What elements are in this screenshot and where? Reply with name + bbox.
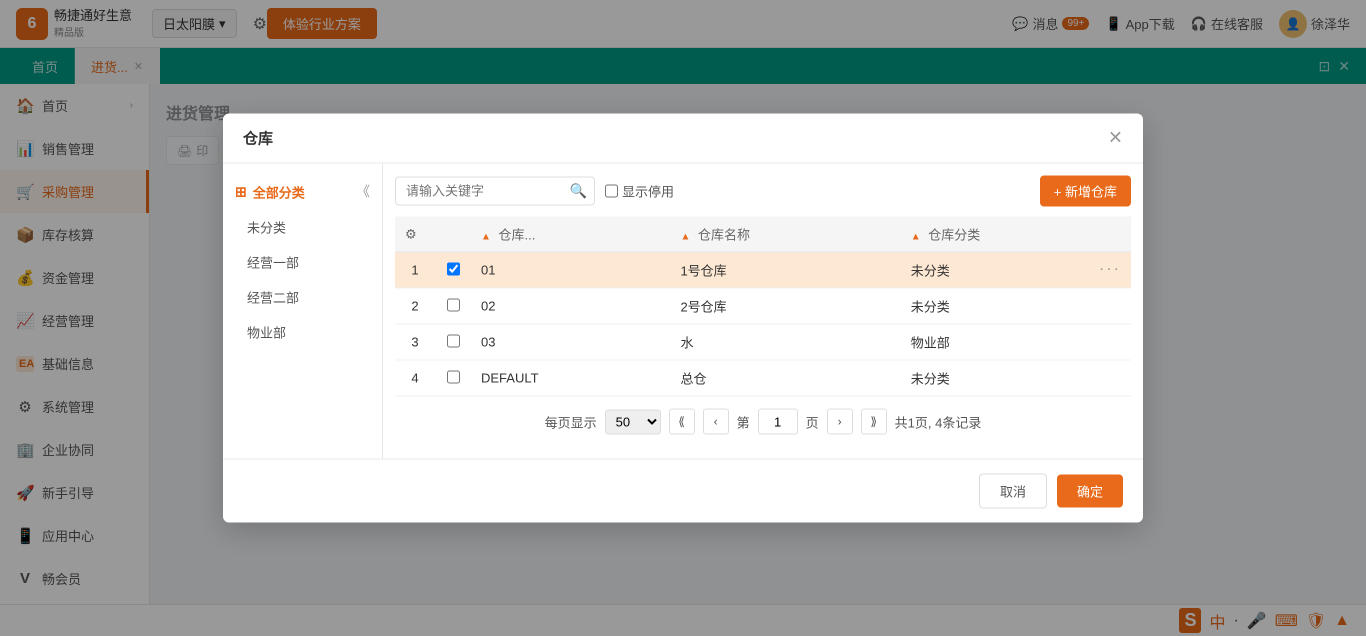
total-info: 共1页, 4条记录 xyxy=(895,412,982,431)
row-name: 2号仓库 xyxy=(670,288,900,324)
show-disabled-checkbox[interactable] xyxy=(605,185,618,198)
page-next-btn[interactable]: › xyxy=(827,409,853,435)
table-row[interactable]: 3 03 水 物业部 xyxy=(395,324,1131,360)
row-checkbox[interactable] xyxy=(435,324,471,360)
row-category: 未分类 xyxy=(901,288,1131,324)
page-last-btn[interactable]: ⟫ xyxy=(861,409,887,435)
page-first-btn[interactable]: ⟪ xyxy=(669,409,695,435)
col-header-category: ▲ 仓库分类 xyxy=(901,217,1131,253)
per-page-select[interactable]: 50 10 20 100 xyxy=(605,409,661,434)
col-header-check xyxy=(435,217,471,253)
row-checkbox[interactable] xyxy=(435,360,471,396)
cat-all-title[interactable]: ⊞ 全部分类 xyxy=(235,182,305,201)
row-check-input[interactable] xyxy=(447,370,460,383)
warehouse-table: ⚙ ▲ 仓库... ▲ 仓库名称 ▲ 仓库分类 xyxy=(395,217,1131,397)
sort-code-icon: ▲ xyxy=(481,232,491,243)
row-name: 总仓 xyxy=(670,360,900,396)
category-panel: ⊞ 全部分类 《 未分类 经营一部 经营二部 物业部 xyxy=(223,164,383,459)
show-disabled-label: 显示停用 xyxy=(605,182,674,201)
row-index: 3 xyxy=(395,324,435,360)
table-row[interactable]: 2 02 2号仓库 未分类 xyxy=(395,288,1131,324)
cat-collapse-btn[interactable]: 《 xyxy=(356,182,370,202)
cat-item-property[interactable]: 物业部 xyxy=(223,315,382,350)
page-label: 第 xyxy=(737,412,750,431)
row-check-input[interactable] xyxy=(447,334,460,347)
row-name: 1号仓库 xyxy=(670,252,900,288)
confirm-btn[interactable]: 确定 xyxy=(1057,475,1123,508)
pagination: 每页显示 50 10 20 100 ⟪ ‹ 第 页 › ⟫ 共1页, 4条记录 xyxy=(395,397,1131,447)
row-code: 01 xyxy=(471,252,670,288)
row-checkbox[interactable] xyxy=(435,252,471,288)
table-toolbar: 🔍 显示停用 + 新增仓库 xyxy=(395,176,1131,207)
cat-item-uncategorized[interactable]: 未分类 xyxy=(223,210,382,245)
col-header-name: ▲ 仓库名称 xyxy=(670,217,900,253)
page-unit: 页 xyxy=(806,412,819,431)
row-category: 未分类 ··· xyxy=(901,252,1131,288)
cat-all-label: 全部分类 xyxy=(253,182,305,201)
row-index: 2 xyxy=(395,288,435,324)
row-category: 未分类 xyxy=(901,360,1131,396)
cat-header: ⊞ 全部分类 《 xyxy=(223,174,382,210)
per-page-label: 每页显示 xyxy=(545,412,597,431)
search-input[interactable] xyxy=(395,177,595,206)
page-prev-btn[interactable]: ‹ xyxy=(703,409,729,435)
search-wrap: 🔍 xyxy=(395,177,595,206)
add-warehouse-btn[interactable]: + 新增仓库 xyxy=(1040,176,1131,207)
table-row[interactable]: 1 01 1号仓库 未分类 ··· xyxy=(395,252,1131,288)
row-checkbox[interactable] xyxy=(435,288,471,324)
table-row[interactable]: 4 DEFAULT 总仓 未分类 xyxy=(395,360,1131,396)
row-check-input[interactable] xyxy=(447,262,460,275)
show-disabled-text: 显示停用 xyxy=(622,182,674,201)
cat-item-ops2[interactable]: 经营二部 xyxy=(223,280,382,315)
search-icon[interactable]: 🔍 xyxy=(570,183,587,200)
modal-footer: 取消 确定 xyxy=(223,459,1143,523)
row-code: 03 xyxy=(471,324,670,360)
row-check-input[interactable] xyxy=(447,298,460,311)
sort-name-icon: ▲ xyxy=(680,232,690,243)
row-name: 水 xyxy=(670,324,900,360)
modal-title: 仓库 xyxy=(243,128,273,149)
table-panel: 🔍 显示停用 + 新增仓库 ⚙ ▲ xyxy=(383,164,1143,459)
sort-cat-icon: ▲ xyxy=(911,232,921,243)
col-header-gear: ⚙ xyxy=(395,217,435,253)
modal-body: ⊞ 全部分类 《 未分类 经营一部 经营二部 物业部 xyxy=(223,164,1143,459)
warehouse-modal: 仓库 ✕ ⊞ 全部分类 《 未分类 经营一部 经营二部 物业部 xyxy=(223,114,1143,523)
row-code: 02 xyxy=(471,288,670,324)
row-more-btn[interactable]: ··· xyxy=(1099,261,1121,279)
modal-header: 仓库 ✕ xyxy=(223,114,1143,164)
cat-item-ops1[interactable]: 经营一部 xyxy=(223,245,382,280)
settings-col-icon: ⚙ xyxy=(405,226,417,241)
grid-icon: ⊞ xyxy=(235,183,247,200)
row-index: 4 xyxy=(395,360,435,396)
row-code: DEFAULT xyxy=(471,360,670,396)
col-header-code: ▲ 仓库... xyxy=(471,217,670,253)
row-index: 1 xyxy=(395,252,435,288)
modal-close-btn[interactable]: ✕ xyxy=(1108,128,1123,149)
row-category: 物业部 xyxy=(901,324,1131,360)
page-input[interactable] xyxy=(758,409,798,435)
cancel-btn[interactable]: 取消 xyxy=(979,474,1047,509)
